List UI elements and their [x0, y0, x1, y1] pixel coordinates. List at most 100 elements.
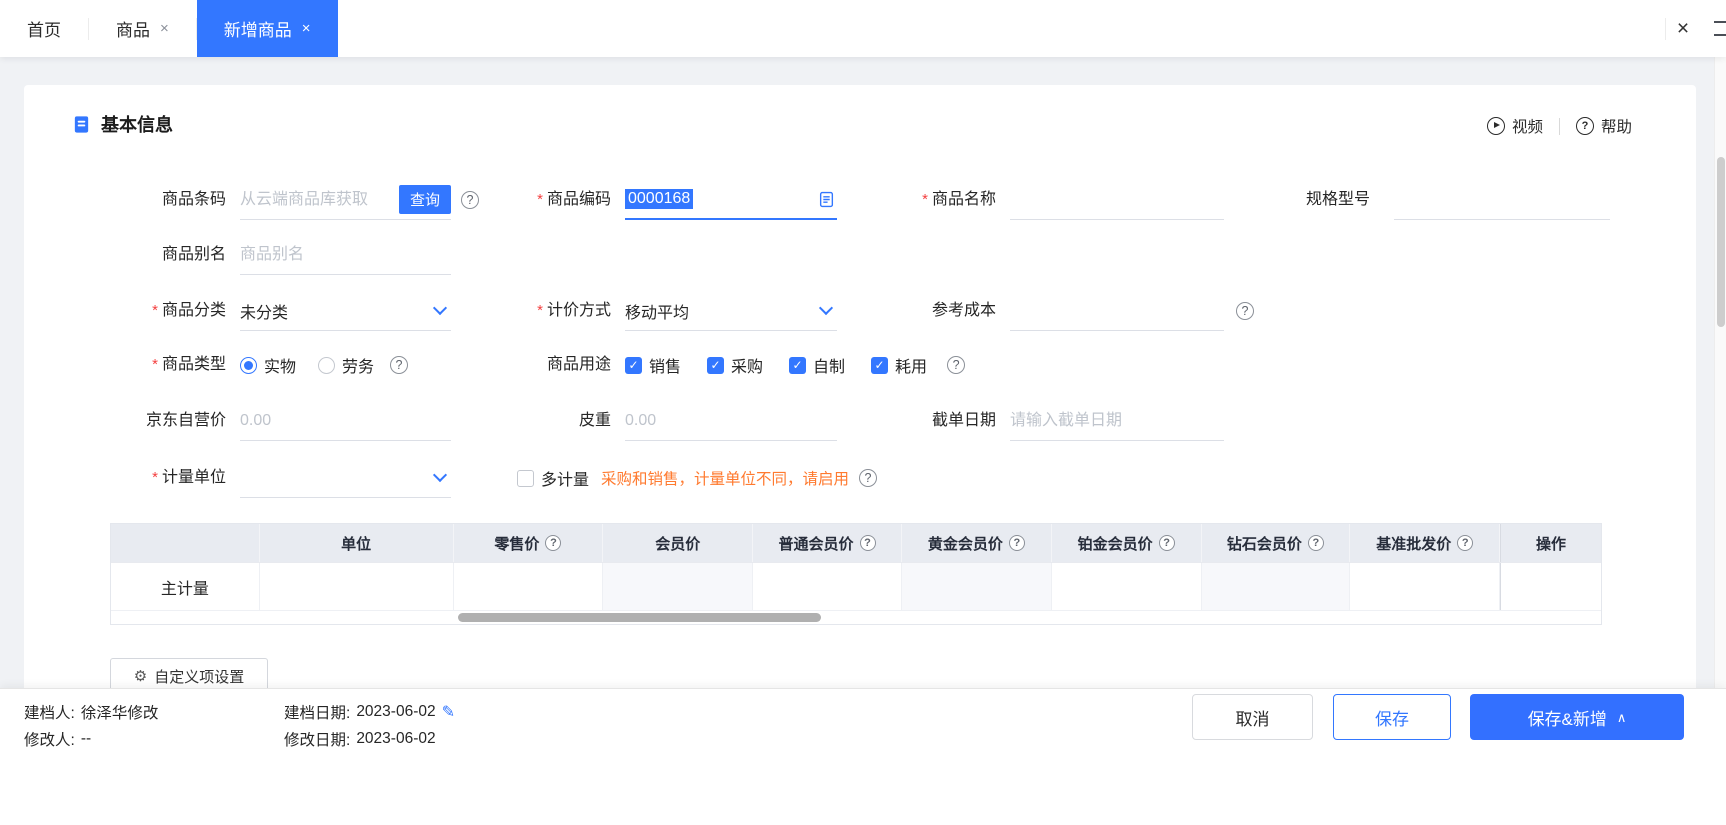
video-button[interactable]: 视频	[1486, 115, 1543, 137]
help-icon[interactable]: ?	[1457, 535, 1474, 551]
code-input[interactable]: 0000168	[625, 180, 837, 220]
pricing-select[interactable]: 移动平均	[625, 291, 837, 331]
save-button[interactable]: 保存	[1333, 694, 1451, 740]
expand-panel-icon[interactable]	[1714, 21, 1726, 36]
usage-help-icon[interactable]: ?	[947, 356, 966, 374]
tabbar-actions: ×	[1665, 0, 1726, 57]
header-base-wholesale-price: 基准批发价?	[1350, 524, 1501, 562]
header-unit: 单位	[260, 524, 454, 562]
help-icon[interactable]: ?	[1158, 535, 1175, 551]
usage-checkbox-group: ✓ 销售 ✓ 采购 ✓ 自制 ✓ 耗用 ?	[625, 345, 966, 385]
page-title: 基本信息	[101, 115, 173, 135]
radio-checked-icon[interactable]	[240, 356, 257, 374]
help-icon[interactable]: ?	[859, 535, 876, 551]
cell-platinum-member-price[interactable]	[1052, 563, 1202, 610]
tare-field[interactable]	[625, 401, 837, 440]
cutoff-date-field[interactable]	[1010, 401, 1224, 440]
barcode-input[interactable]: 查询	[240, 180, 451, 220]
alias-input[interactable]	[240, 235, 451, 275]
spec-input[interactable]	[1394, 180, 1610, 220]
jd-price-input[interactable]	[240, 401, 451, 441]
cell-gold-member-price[interactable]	[901, 563, 1052, 610]
chevron-down-icon[interactable]	[432, 300, 448, 316]
checkbox-checked-icon[interactable]: ✓	[871, 356, 889, 374]
jd-price-field[interactable]	[240, 401, 451, 440]
unit-select[interactable]	[240, 458, 451, 498]
ref-cost-input[interactable]	[1010, 291, 1224, 331]
tab-goods[interactable]: 商品 ×	[89, 0, 196, 57]
cell-base-wholesale-price[interactable]	[1350, 563, 1501, 610]
table-row-main-unit: 主计量	[111, 562, 1601, 610]
code-label: * 商品编码	[537, 191, 611, 208]
help-button[interactable]: ? 帮助	[1575, 115, 1632, 137]
scrollbar-thumb[interactable]	[1717, 157, 1725, 327]
multi-unit-checkbox[interactable]: 多计量	[517, 466, 589, 490]
save-and-new-button[interactable]: 保存&新增 ∧	[1470, 694, 1684, 740]
edit-icon[interactable]: ✎	[442, 702, 455, 722]
checkbox-checked-icon[interactable]: ✓	[625, 356, 642, 374]
tab-new-goods[interactable]: 新增商品 ×	[196, 0, 338, 57]
radio-service[interactable]: 劳务	[318, 353, 374, 377]
query-button[interactable]: 查询	[398, 185, 451, 214]
checkbox-checked-icon[interactable]: ✓	[707, 356, 725, 374]
header-member-price: 会员价	[603, 524, 754, 562]
checkbox-purchase[interactable]: ✓ 采购	[707, 353, 763, 377]
close-tab-icon[interactable]: ×	[160, 21, 169, 36]
close-window-icon[interactable]: ×	[1666, 17, 1700, 41]
checkbox-sale[interactable]: ✓ 销售	[625, 353, 681, 377]
checkbox-selfmade[interactable]: ✓ 自制	[789, 353, 845, 377]
checkbox-consume[interactable]: ✓ 耗用	[871, 353, 927, 377]
price-table: 单位 零售价? 会员价 普通会员价? 黄金会员价? 铂金会员价? 钻石会员价? …	[110, 523, 1602, 625]
horizontal-scrollbar[interactable]	[111, 610, 1601, 624]
alias-field[interactable]	[240, 235, 451, 274]
checkbox-unchecked-icon[interactable]	[517, 469, 534, 487]
scrollbar-thumb[interactable]	[458, 613, 821, 622]
creator-info: 建档人: 徐泽华修改	[24, 705, 159, 722]
ref-cost-field[interactable]	[1010, 291, 1224, 330]
radio-unchecked-icon[interactable]	[318, 356, 336, 374]
help-circle-icon: ?	[1575, 117, 1594, 135]
barcode-field[interactable]	[240, 180, 399, 219]
row-label: 主计量	[111, 563, 260, 610]
tab-new-goods-label: 新增商品	[223, 21, 292, 40]
cell-member-price[interactable]	[603, 563, 754, 610]
alias-label: 商品别名	[161, 246, 226, 263]
cell-normal-member-price[interactable]	[753, 563, 902, 610]
cutoff-date-input[interactable]	[1010, 401, 1224, 441]
spec-label: 规格型号	[1305, 191, 1370, 208]
select-from-list-icon[interactable]	[818, 191, 835, 208]
cell-unit[interactable]	[260, 563, 454, 610]
vertical-scrollbar[interactable]	[1714, 57, 1726, 688]
chevron-down-icon[interactable]	[818, 300, 834, 316]
name-label: * 商品名称	[922, 191, 996, 208]
usage-label: 商品用途	[546, 356, 611, 373]
category-select[interactable]: 未分类	[240, 291, 451, 331]
ref-cost-help-icon[interactable]: ?	[1236, 302, 1254, 320]
tab-home[interactable]: 首页	[0, 0, 88, 57]
multi-unit-warning: 采购和销售，计量单位不同，请启用	[601, 471, 850, 488]
type-label: * 商品类型	[152, 356, 226, 373]
caret-up-icon[interactable]: ∧	[1617, 711, 1627, 724]
help-icon[interactable]: ?	[545, 535, 562, 551]
spec-field[interactable]	[1394, 180, 1610, 219]
cell-retail-price[interactable]	[454, 563, 604, 610]
close-tab-icon[interactable]: ×	[302, 21, 311, 36]
category-value: 未分类	[240, 304, 289, 322]
tare-input[interactable]	[625, 401, 837, 441]
name-input[interactable]	[1010, 180, 1224, 220]
multi-unit-help-icon[interactable]: ?	[859, 469, 878, 487]
code-value: 0000168	[625, 189, 694, 209]
cell-diamond-member-price[interactable]	[1201, 563, 1351, 610]
name-field[interactable]	[1010, 180, 1224, 219]
cancel-button[interactable]: 取消	[1192, 694, 1313, 740]
tab-goods-label: 商品	[116, 21, 150, 40]
category-label: * 商品分类	[152, 302, 226, 319]
checkbox-checked-icon[interactable]: ✓	[789, 356, 807, 374]
radio-physical[interactable]: 实物	[240, 353, 296, 377]
chevron-down-icon[interactable]	[432, 467, 448, 483]
cell-operation	[1500, 563, 1601, 610]
help-icon[interactable]: ?	[1008, 535, 1025, 551]
help-icon[interactable]: ?	[1307, 535, 1324, 551]
header-operation: 操作	[1500, 524, 1601, 562]
type-help-icon[interactable]: ?	[390, 356, 409, 374]
